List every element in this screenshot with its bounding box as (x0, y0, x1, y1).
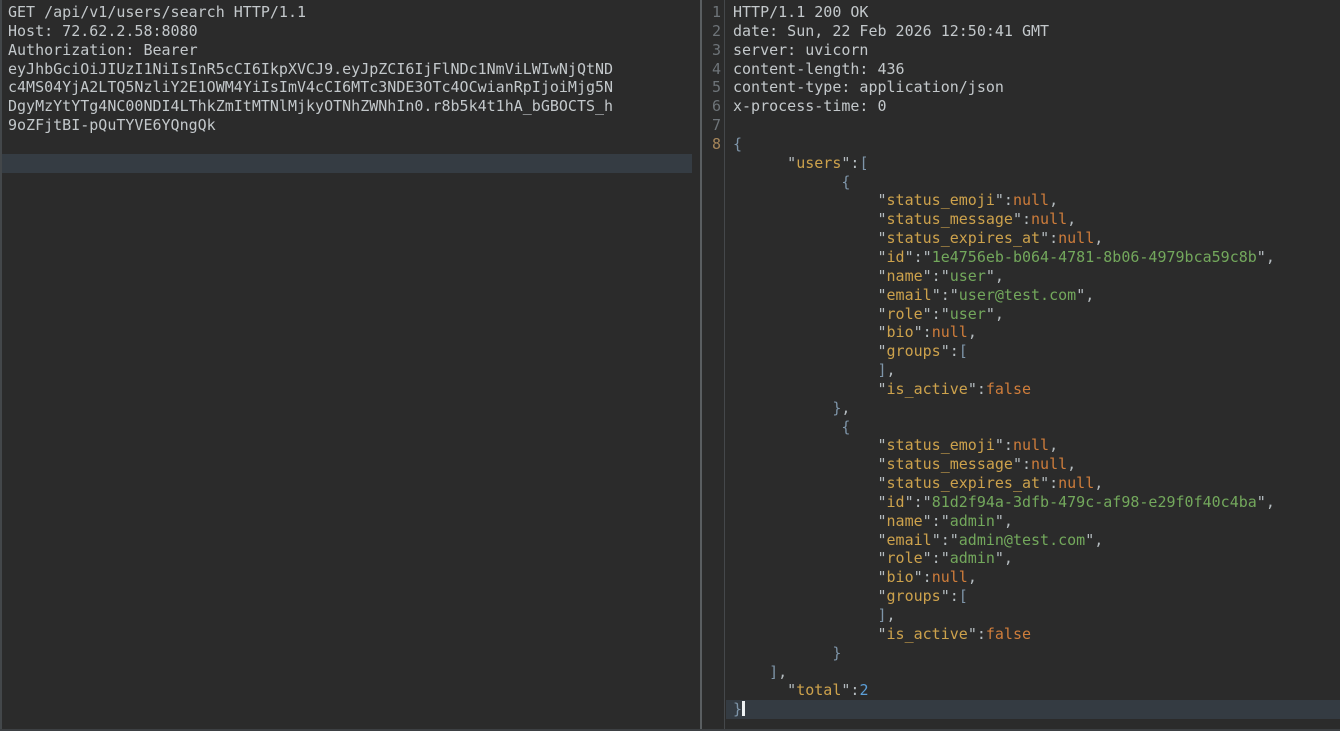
response-line: "status_emoji":null, (702, 191, 1340, 210)
line-number (702, 323, 721, 342)
response-line: "email":"user@test.com", (702, 286, 1340, 305)
line-number (702, 625, 721, 644)
line-number: 4 (711, 59, 721, 78)
response-line: }, (702, 399, 1340, 418)
request-line: Authorization: Bearer (8, 40, 198, 59)
line-number (702, 399, 721, 418)
line-number (702, 587, 721, 606)
response-line: "id":"81d2f94a-3dfb-479c-af98-e29f0f40c4… (702, 493, 1340, 512)
response-line: 6 x-process-time: 0 (702, 97, 1340, 116)
request-line: Host: 72.62.2.58:8080 (8, 21, 198, 40)
line-number (702, 568, 721, 587)
left-pane-border (0, 0, 2, 731)
line-number (702, 700, 721, 719)
response-line: "is_active":false (702, 625, 1340, 644)
response-line: 2 date: Sun, 22 Feb 2026 12:50:41 GMT (702, 22, 1340, 41)
response-line: "status_message":null, (702, 210, 1340, 229)
response-line: 3 server: uvicorn (702, 41, 1340, 60)
response-line: "role":"user", (702, 305, 1340, 324)
request-editor[interactable]: GET /api/v1/users/search HTTP/1.1 Host: 7… (2, 3, 692, 173)
line-number: 2 (711, 21, 721, 40)
response-line: ], (702, 606, 1340, 625)
line-number (702, 305, 721, 324)
line-number (702, 210, 721, 229)
line-number (702, 455, 721, 474)
response-line: 8{ (702, 135, 1340, 154)
line-number (702, 418, 721, 437)
request-line: DgyMzYtYTg4NC00NDI4LThkZmItMTNlMjkyOTNhZ… (8, 97, 614, 116)
line-number: 7 (711, 116, 721, 135)
request-line (2, 135, 692, 154)
response-line: 4 content-length: 436 (702, 60, 1340, 79)
response-line: { (702, 173, 1340, 192)
response-line: "status_expires_at":null, (702, 474, 1340, 493)
response-line: 1 HTTP/1.1 200 OK (702, 3, 1340, 22)
line-number (702, 191, 721, 210)
response-line: "groups":[ (702, 342, 1340, 361)
line-number (702, 644, 721, 663)
line-number (702, 493, 721, 512)
line-number: 5 (711, 78, 721, 97)
line-number (702, 267, 721, 286)
response-line: "email":"admin@test.com", (702, 531, 1340, 550)
response-line: ], (702, 663, 1340, 682)
line-number (702, 154, 721, 173)
request-line: GET /api/v1/users/search HTTP/1.1 (8, 3, 307, 21)
response-line: "status_emoji":null, (702, 436, 1340, 455)
line-number (702, 173, 721, 192)
line-number (702, 681, 721, 700)
request-line (2, 153, 692, 173)
line-number: 8 (711, 134, 721, 153)
http-client-window: GET /api/v1/users/search HTTP/1.1 Host: 7… (0, 0, 1340, 731)
response-line: "role":"admin", (702, 549, 1340, 568)
line-number (702, 380, 721, 399)
response-line: "total":2 (702, 681, 1340, 700)
response-line: "groups":[ (702, 587, 1340, 606)
response-line: 5 content-type: application/json (702, 78, 1340, 97)
response-line: "name":"admin", (702, 512, 1340, 531)
line-number (702, 342, 721, 361)
line-number (702, 549, 721, 568)
request-line: c4MS04YjA2LTQ5NzliY2E1OWM4YiIsImV4cCI6MT… (8, 78, 614, 97)
line-number (702, 229, 721, 248)
response-line: ], (702, 361, 1340, 380)
response-line: "bio":null, (702, 568, 1340, 587)
response-line: "users":[ (702, 154, 1340, 173)
response-line: "status_message":null, (702, 455, 1340, 474)
line-number: 1 (711, 3, 721, 21)
line-number (702, 663, 721, 682)
line-number (702, 248, 721, 267)
line-number (702, 512, 721, 531)
response-line: "name":"user", (702, 267, 1340, 286)
response-line: "is_active":false (702, 380, 1340, 399)
line-number: 3 (711, 40, 721, 59)
line-number (702, 606, 721, 625)
request-line: 9oZFjtBI-pQuTYVE6YQngQk (8, 116, 216, 135)
response-line: "status_expires_at":null, (702, 229, 1340, 248)
response-line: "id":"1e4756eb-b064-4781-8b06-4979bca59c… (702, 248, 1340, 267)
response-line: 7 (702, 116, 1340, 135)
line-number (702, 531, 721, 550)
response-line: "bio":null, (702, 323, 1340, 342)
line-number (702, 361, 721, 380)
line-number: 6 (711, 97, 721, 116)
response-line: } (702, 644, 1340, 663)
response-viewer[interactable]: 1 HTTP/1.1 200 OK 2 date: Sun, 22 Feb 2026 … (702, 3, 1340, 720)
response-line: { (702, 418, 1340, 437)
line-number (702, 436, 721, 455)
text-cursor (742, 701, 746, 717)
request-line: eyJhbGciOiJIUzI1NiIsInR5cCI6IkpXVCJ9.eyJ… (8, 59, 614, 78)
response-line: } (702, 700, 1340, 720)
line-number (702, 286, 721, 305)
line-number (702, 474, 721, 493)
